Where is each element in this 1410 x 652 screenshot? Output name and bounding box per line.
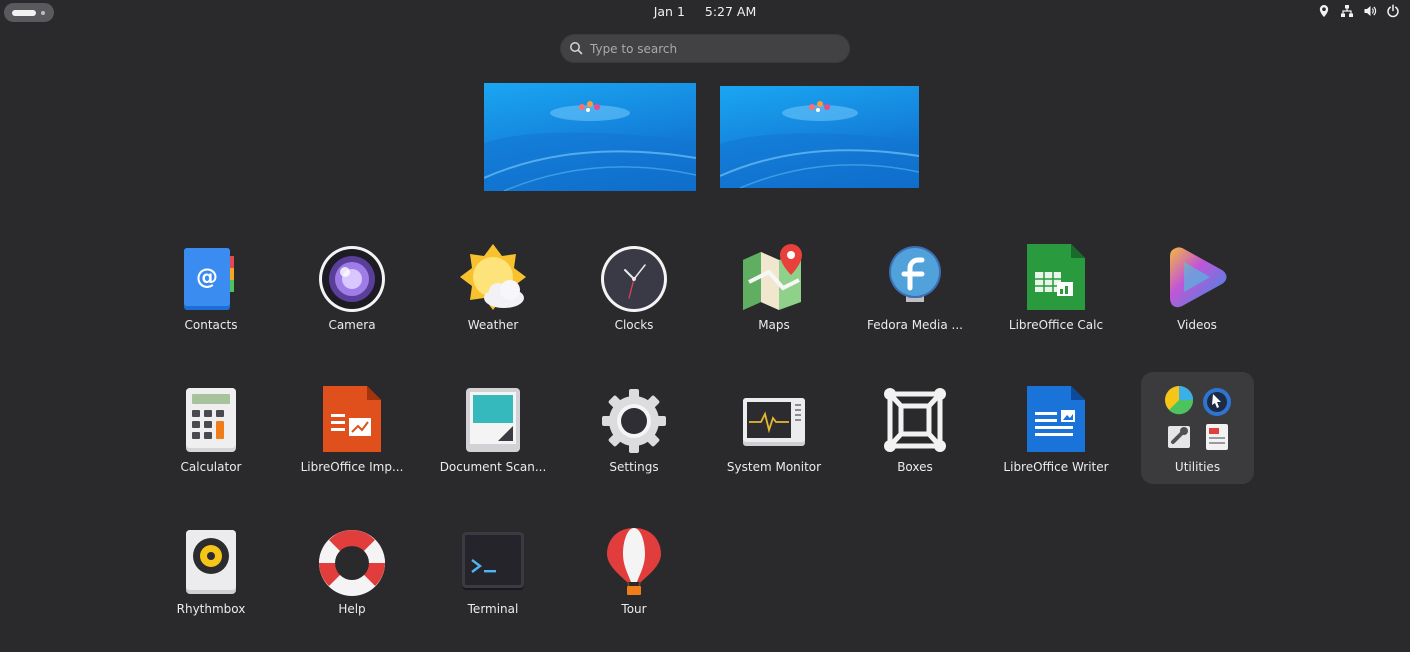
- fedora-icon: [880, 242, 950, 312]
- screenshot-icon: [1203, 388, 1231, 416]
- power-icon[interactable]: [1386, 4, 1400, 18]
- app-label: Document Scan...: [439, 460, 547, 474]
- camera-icon: [317, 242, 387, 312]
- tweaks-icon: [1168, 426, 1190, 448]
- system-tray[interactable]: [1317, 4, 1400, 18]
- app-label: LibreOffice Imp...: [300, 460, 404, 474]
- app-document-scanner[interactable]: Document Scan...: [427, 380, 559, 484]
- svg-text:@: @: [196, 265, 218, 290]
- app-label: Rhythmbox: [176, 602, 246, 616]
- map-icon: [739, 242, 809, 312]
- app-label: LibreOffice Writer: [1003, 460, 1109, 474]
- app-label: Utilities: [1174, 460, 1221, 474]
- app-weather[interactable]: Weather: [427, 238, 559, 342]
- folder-preview-icons: [1163, 384, 1233, 454]
- app-label: Calculator: [180, 460, 242, 474]
- boxes-icon: [880, 384, 950, 454]
- top-bar: Jan 1 5:27 AM: [0, 0, 1410, 24]
- time-label: 5:27 AM: [704, 4, 757, 19]
- contacts-icon: @: [176, 242, 246, 312]
- network-icon[interactable]: [1340, 4, 1354, 18]
- date-time-button[interactable]: Jan 1 5:27 AM: [0, 4, 1410, 19]
- wallpaper-image: [720, 101, 919, 188]
- app-terminal[interactable]: Terminal: [427, 522, 559, 626]
- app-label: Help: [338, 602, 366, 616]
- app-label: Settings: [609, 460, 659, 474]
- weather-icon: [458, 242, 528, 312]
- lifebuoy-icon: [317, 526, 387, 596]
- app-videos[interactable]: Videos: [1131, 238, 1263, 342]
- app-calculator[interactable]: Calculator: [145, 380, 277, 484]
- gear-icon: [599, 384, 669, 454]
- app-system-monitor[interactable]: System Monitor: [708, 380, 840, 484]
- disk-usage-icon: [1165, 386, 1194, 415]
- search-input[interactable]: [590, 34, 840, 63]
- app-camera[interactable]: Camera: [286, 238, 418, 342]
- document-icon: [1021, 384, 1091, 454]
- presentation-icon: [317, 384, 387, 454]
- app-clocks[interactable]: Clocks: [568, 238, 700, 342]
- calculator-icon: [176, 384, 246, 454]
- app-tour[interactable]: Tour: [568, 522, 700, 626]
- app-label: Clocks: [614, 318, 654, 332]
- app-contacts[interactable]: @ Contacts: [145, 238, 277, 342]
- workspace-thumbnail-2[interactable]: [720, 86, 919, 188]
- app-label: LibreOffice Calc: [1008, 318, 1104, 332]
- volume-icon[interactable]: [1363, 4, 1377, 18]
- app-label: Boxes: [897, 460, 933, 474]
- app-folder-utilities[interactable]: Utilities: [1141, 372, 1254, 484]
- app-label: Contacts: [184, 318, 238, 332]
- app-rhythmbox[interactable]: Rhythmbox: [145, 522, 277, 626]
- document-viewer-icon: [1206, 424, 1228, 450]
- app-libreoffice-writer[interactable]: LibreOffice Writer: [990, 380, 1122, 484]
- search-bar[interactable]: [560, 34, 850, 63]
- app-help[interactable]: Help: [286, 522, 418, 626]
- app-settings[interactable]: Settings: [568, 380, 700, 484]
- app-label: Maps: [758, 318, 790, 332]
- app-label: Tour: [621, 602, 647, 616]
- date-label: Jan 1: [653, 4, 685, 19]
- monitor-icon: [739, 384, 809, 454]
- location-icon[interactable]: [1317, 4, 1331, 18]
- app-label: Weather: [467, 318, 519, 332]
- app-label: Terminal: [467, 602, 519, 616]
- scanner-icon: [458, 384, 528, 454]
- hot-air-balloon-icon: [599, 526, 669, 596]
- app-label: Camera: [328, 318, 376, 332]
- app-libreoffice-calc[interactable]: LibreOffice Calc: [990, 238, 1122, 342]
- workspace-thumbnail-1[interactable]: [484, 83, 696, 191]
- wallpaper-image: [484, 101, 696, 191]
- app-libreoffice-impress[interactable]: LibreOffice Imp...: [286, 380, 418, 484]
- clock-icon: [599, 242, 669, 312]
- search-icon: [570, 42, 583, 55]
- app-maps[interactable]: Maps: [708, 238, 840, 342]
- terminal-icon: [458, 526, 528, 596]
- app-label: Videos: [1177, 318, 1217, 332]
- spreadsheet-icon: [1021, 242, 1091, 312]
- app-fedora-media-writer[interactable]: Fedora Media ...: [849, 238, 981, 342]
- speaker-icon: [176, 526, 246, 596]
- app-label: System Monitor: [726, 460, 822, 474]
- app-label: Fedora Media ...: [867, 318, 963, 332]
- video-play-icon: [1162, 242, 1232, 312]
- app-boxes[interactable]: Boxes: [849, 380, 981, 484]
